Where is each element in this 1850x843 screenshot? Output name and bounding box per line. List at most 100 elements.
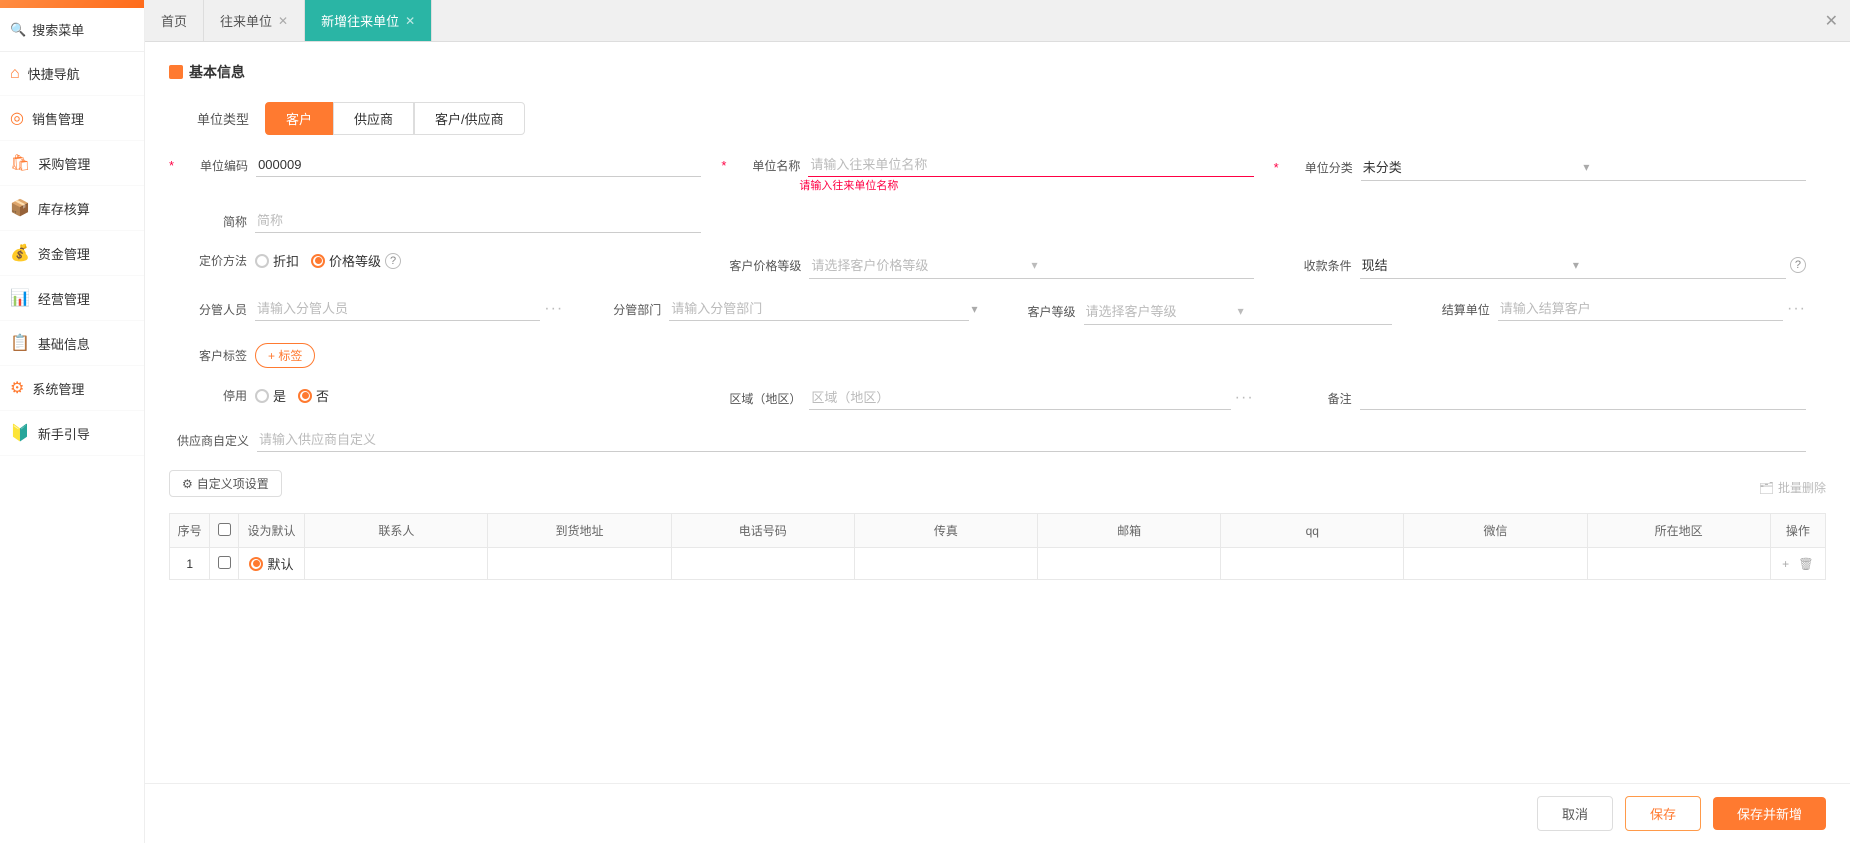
unit-category-select[interactable]: 未分类 ▾ (1361, 153, 1806, 181)
save-button[interactable]: 保存 (1625, 796, 1701, 831)
batch-delete-button[interactable]: 🗂 批量删除 (1759, 479, 1826, 496)
cell-check[interactable] (210, 548, 238, 580)
radio-disable-no[interactable]: 否 (298, 386, 329, 405)
payment-help-icon[interactable]: ? (1790, 257, 1806, 273)
radio-no-circle (298, 389, 312, 403)
qq-input[interactable] (1227, 557, 1397, 571)
alias-input[interactable] (255, 209, 701, 233)
radio-discount[interactable]: 折扣 (255, 251, 299, 270)
section-title: 基本信息 (169, 62, 1826, 82)
form-row-4: 分管人员 ··· 分管部门 ▾ 客户等级 请选择客户等级 ▾ 结算单位 (169, 297, 1826, 325)
cell-actions[interactable]: + 🗑 (1770, 548, 1825, 580)
unit-name-label: 单位名称 (730, 157, 800, 174)
search-menu[interactable]: 🔍 搜索菜单 (0, 8, 144, 52)
cell-qq[interactable] (1221, 548, 1404, 580)
form-row-5: 客户标签 + 标签 (169, 343, 1826, 368)
contact-input[interactable] (311, 557, 481, 571)
default-radio[interactable]: 默认 (245, 554, 299, 573)
radio-price-level[interactable]: 价格等级 (311, 251, 381, 270)
required-star: * (169, 158, 174, 173)
required-star-cat: * (1274, 160, 1279, 175)
settlement-label: 结算单位 (1420, 301, 1490, 318)
sidebar-item-operations[interactable]: 📊 经营管理 (0, 276, 144, 321)
department-label: 分管部门 (591, 301, 661, 318)
alias-field: 简称 (169, 209, 701, 233)
sidebar-item-label: 库存核算 (38, 199, 90, 218)
form-row-6: 停用 是 否 区域（地区） ··· (169, 386, 1826, 410)
customer-level-select[interactable]: 请选择客户等级 ▾ (1084, 297, 1392, 325)
disable-field: 停用 是 否 (169, 386, 701, 405)
type-btn-customer[interactable]: 客户 (265, 102, 333, 135)
phone-input[interactable] (678, 557, 848, 571)
tab-new-partner-close[interactable]: ✕ (405, 14, 415, 28)
region-table-input[interactable] (1594, 557, 1764, 571)
department-input[interactable] (669, 297, 969, 321)
wechat-input[interactable] (1410, 557, 1580, 571)
sidebar-item-guide[interactable]: 🔰 新手引导 (0, 411, 144, 456)
unit-name-input[interactable] (808, 153, 1253, 177)
payment-terms-select[interactable]: 现结 ▾ (1360, 251, 1786, 279)
tab-partner[interactable]: 往来单位 ✕ (204, 0, 305, 41)
cell-default[interactable]: 默认 (238, 548, 305, 580)
tab-new-partner[interactable]: 新增往来单位 ✕ (305, 0, 432, 41)
sidebar-top-bar (0, 0, 144, 8)
region-dots-btn[interactable]: ··· (1235, 389, 1254, 407)
settlement-input[interactable] (1498, 297, 1783, 321)
add-tag-button[interactable]: + 标签 (255, 343, 315, 368)
cell-region[interactable] (1587, 548, 1770, 580)
remark-input[interactable] (1360, 386, 1806, 410)
manager-field: 分管人员 ··· (169, 297, 563, 321)
save-new-button[interactable]: 保存并新增 (1713, 797, 1826, 830)
sidebar-item-label: 销售管理 (32, 109, 84, 128)
delete-row-btn[interactable]: 🗑 (1798, 557, 1813, 571)
manager-dots-btn[interactable]: ··· (544, 300, 563, 318)
supplier-custom-input[interactable] (257, 428, 1806, 452)
unit-code-input[interactable] (256, 153, 701, 177)
cell-contact[interactable] (305, 548, 488, 580)
fax-input[interactable] (861, 557, 1031, 571)
cancel-button[interactable]: 取消 (1537, 796, 1613, 831)
sidebar-item-system[interactable]: ⚙ 系统管理 (0, 366, 144, 411)
select-all-checkbox[interactable] (218, 523, 231, 536)
radio-no-label: 否 (316, 386, 329, 405)
address-input[interactable] (494, 557, 664, 571)
default-radio-label: 默认 (267, 554, 293, 573)
sidebar-item-purchase[interactable]: 🛍 采购管理 (0, 141, 144, 186)
tab-partner-close[interactable]: ✕ (278, 14, 288, 28)
add-row-btn[interactable]: + (1782, 557, 1789, 571)
tab-home[interactable]: 首页 (145, 0, 204, 41)
cell-email[interactable] (1037, 548, 1220, 580)
cell-phone[interactable] (671, 548, 854, 580)
email-input[interactable] (1044, 557, 1214, 571)
radio-disable-yes[interactable]: 是 (255, 386, 286, 405)
sidebar-item-quick-nav[interactable]: ⌂ 快捷导航 (0, 52, 144, 96)
pricing-help-icon[interactable]: ? (385, 253, 401, 269)
table-header-row: 序号 设为默认 联系人 到货地址 电话号码 传真 邮箱 qq 微信 所在地区 操… (170, 514, 1826, 548)
radio-yes-label: 是 (273, 386, 286, 405)
cell-address[interactable] (488, 548, 671, 580)
form-area: 基本信息 单位类型 客户 供应商 客户/供应商 * 单位编码 * 单位名称 请输… (145, 42, 1850, 783)
sidebar-item-inventory[interactable]: 📦 库存核算 (0, 186, 144, 231)
settlement-dots-btn[interactable]: ··· (1787, 300, 1806, 318)
sidebar-item-basic-info[interactable]: 📋 基础信息 (0, 321, 144, 366)
sidebar-item-sales[interactable]: ◎ 销售管理 (0, 96, 144, 141)
close-all-tabs[interactable]: ✕ (1813, 11, 1850, 31)
col-fax: 传真 (854, 514, 1037, 548)
settlement-field: 结算单位 ··· (1412, 297, 1806, 321)
type-btn-both[interactable]: 客户/供应商 (414, 102, 525, 135)
sidebar-item-finance[interactable]: 💰 资金管理 (0, 231, 144, 276)
customer-price-select[interactable]: 请选择客户价格等级 ▾ (809, 251, 1253, 279)
table-row: 1 默认 (170, 548, 1826, 580)
cell-fax[interactable] (854, 548, 1037, 580)
region-input[interactable] (809, 386, 1230, 410)
remark-label: 备注 (1282, 390, 1352, 407)
supplier-custom-label: 供应商自定义 (177, 432, 249, 449)
cell-wechat[interactable] (1404, 548, 1587, 580)
form-row-3: 定价方法 折扣 价格等级 ? 客户价格等级 请选择客户价格等 (169, 251, 1826, 279)
region-field: 区域（地区） ··· (721, 386, 1253, 410)
sidebar: 🔍 搜索菜单 ⌂ 快捷导航 ◎ 销售管理 🛍 采购管理 📦 库存核算 💰 资金管… (0, 0, 145, 843)
type-btn-supplier[interactable]: 供应商 (333, 102, 414, 135)
row-checkbox[interactable] (218, 556, 231, 569)
manager-input[interactable] (255, 297, 540, 321)
custom-settings-button[interactable]: ⚙ 自定义项设置 (169, 470, 282, 497)
